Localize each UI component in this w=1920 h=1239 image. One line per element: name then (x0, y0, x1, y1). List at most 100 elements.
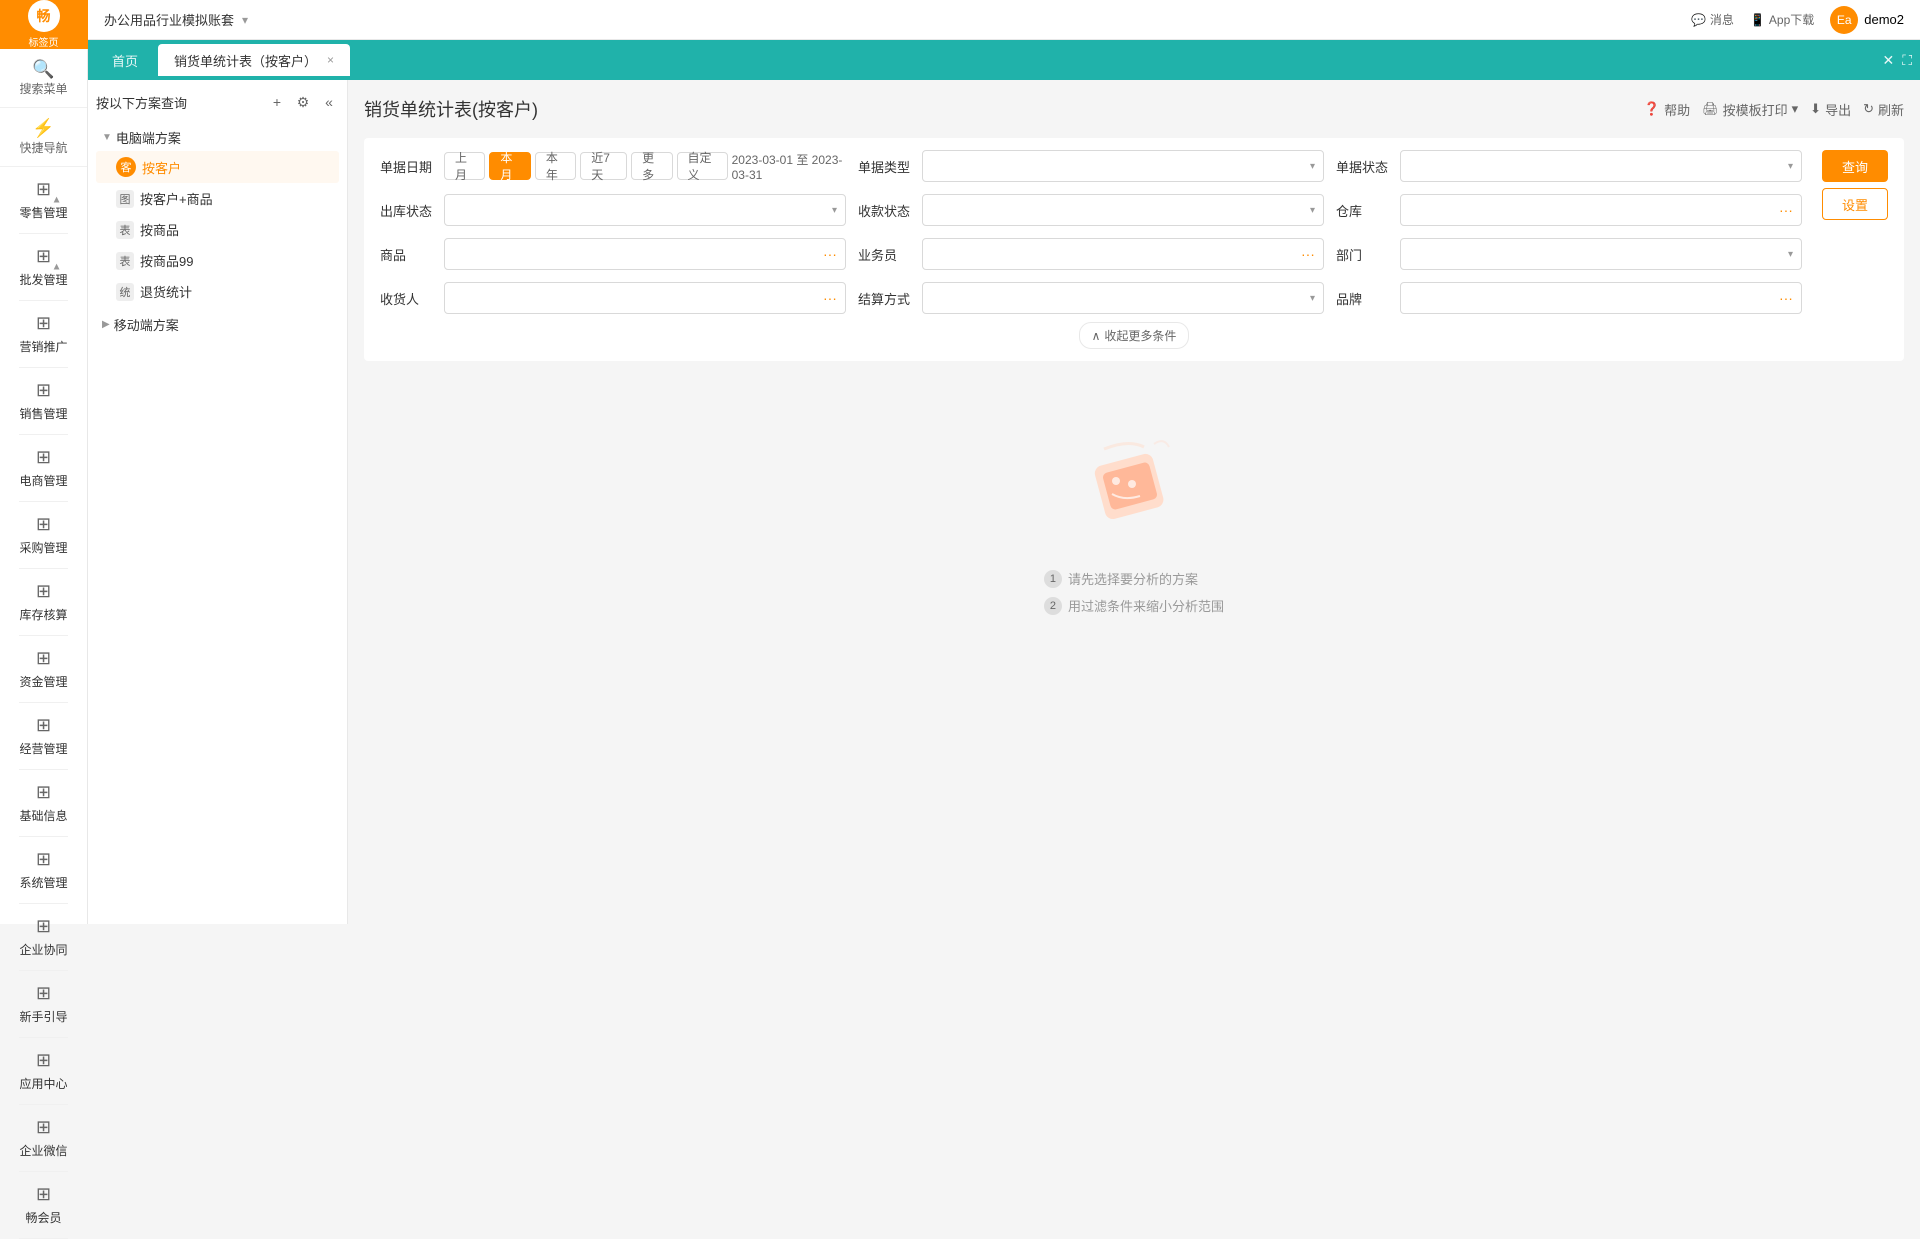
filter-out-status-item: 出库状态 ▾ (380, 194, 846, 226)
payment-status-input[interactable]: ▾ (922, 194, 1324, 226)
settings-button[interactable]: 设置 (1822, 188, 1888, 220)
topbar-dropdown-icon[interactable]: ▾ (242, 13, 248, 27)
sidebar-item-8[interactable]: ⊞ 经营管理 (19, 703, 67, 770)
help-btn[interactable]: ❓ 帮助 (1644, 100, 1690, 119)
salesperson-label: 业务员 (858, 245, 914, 264)
date-btn-this-month[interactable]: 本月 (489, 152, 530, 180)
content-area: 按以下方案查询 + ⚙ « ▼ 电脑端方案 客 按客户 图 按客户+商品 (88, 80, 1920, 924)
sidebar-item-icon-4: ⊞ (36, 447, 51, 468)
sidebar-item-12[interactable]: ⊞ 新手引导 (19, 971, 67, 1038)
topbar-app-download-btn[interactable]: 📱 App下载 (1750, 11, 1814, 28)
topbar-title: 办公用品行业模拟账套 (104, 10, 234, 29)
brand-label: 品牌 (1336, 289, 1392, 308)
page-title-actions: ❓ 帮助 🖨 按模板打印 ▾ ⬇ 导出 ↻ 刷新 (1644, 100, 1904, 119)
salesperson-more-icon[interactable]: ··· (1301, 246, 1315, 262)
export-btn[interactable]: ⬇ 导出 (1810, 100, 1851, 119)
mobile-group-name: 移动端方案 (114, 315, 179, 334)
sidebar-item-9[interactable]: ⊞ 基础信息 (19, 770, 67, 837)
sidebar-item-label-2: 营销推广 (19, 338, 67, 355)
desktop-group-header[interactable]: ▼ 电脑端方案 (96, 124, 339, 151)
topbar-left: 办公用品行业模拟账套 ▾ (104, 10, 248, 29)
out-status-input[interactable]: ▾ (444, 194, 846, 226)
collapse-button[interactable]: ∧ 收起更多条件 (1079, 322, 1190, 349)
date-btn-this-year[interactable]: 本年 (535, 152, 576, 180)
brand-more-icon[interactable]: ··· (1779, 290, 1793, 306)
left-panel: 按以下方案查询 + ⚙ « ▼ 电脑端方案 客 按客户 图 按客户+商品 (88, 80, 348, 924)
warehouse-input[interactable]: ··· (1400, 194, 1802, 226)
tab-home[interactable]: 首页 (96, 44, 154, 76)
department-input[interactable]: ▾ (1400, 238, 1802, 270)
date-btn-custom[interactable]: 自定义 (677, 152, 728, 180)
topbar-messages-btn[interactable]: 💬 消息 (1691, 11, 1734, 28)
scheme-item-name-3: 按商品99 (140, 251, 193, 270)
sidebar-item-5[interactable]: ⊞ 采购管理 (19, 502, 67, 569)
sidebar-item-13[interactable]: ⊞ 应用中心 (19, 1038, 67, 1105)
scheme-icon-2: 表 (116, 221, 134, 239)
sidebar-quick-nav[interactable]: ⚡ 快捷导航 (0, 108, 87, 167)
sidebar-item-label-12: 新手引导 (19, 1008, 67, 1025)
sidebar-item-icon-1: ⊞ (36, 246, 51, 267)
order-type-input[interactable]: ▾ (922, 150, 1324, 182)
scheme-item-4[interactable]: 统 退货统计 (96, 276, 339, 307)
date-btn-last-month[interactable]: 上月 (444, 152, 485, 180)
help-label: 帮助 (1664, 100, 1690, 119)
sidebar-item-3[interactable]: ⊞ 销售管理 (19, 368, 67, 435)
sidebar-item-14[interactable]: ⊞ 企业微信 (19, 1105, 67, 1172)
desktop-scheme-group: ▼ 电脑端方案 客 按客户 图 按客户+商品 表 按商品 表 按商品99 统 退… (96, 124, 339, 307)
sidebar-item-icon-9: ⊞ (36, 782, 51, 803)
left-panel-title: 按以下方案查询 (96, 93, 187, 112)
settlement-input[interactable]: ▾ (922, 282, 1324, 314)
sidebar-item-icon-2: ⊞ (36, 313, 51, 334)
receiver-input[interactable]: ··· (444, 282, 846, 314)
sidebar-item-label-13: 应用中心 (19, 1075, 67, 1092)
goods-input[interactable]: ··· (444, 238, 846, 270)
goods-more-icon[interactable]: ··· (823, 246, 837, 262)
filter-order-type-item: 单据类型 ▾ (858, 150, 1324, 182)
filter-order-status-item: 单据状态 ▾ (1336, 150, 1802, 182)
add-scheme-btn[interactable]: + (267, 92, 287, 112)
sidebar-item-15[interactable]: ⊞ 畅会员 (19, 1172, 67, 1239)
scheme-item-0[interactable]: 客 按客户 (96, 151, 339, 183)
scheme-item-2[interactable]: 表 按商品 (96, 214, 339, 245)
tab-maximize-area: ✕ ⛶ (1882, 52, 1912, 69)
sidebar-search-section[interactable]: 🔍 搜索菜单 (0, 49, 87, 108)
date-btn-more[interactable]: 更多 (631, 152, 672, 180)
sidebar-item-arrow-0: ▲ (52, 195, 62, 206)
sidebar-item-2[interactable]: ⊞ 营销推广 (19, 301, 67, 368)
mobile-group-header[interactable]: ▶ 移动端方案 (96, 311, 339, 338)
sidebar-item-0[interactable]: ⊞ 零售管理 ▲ (19, 167, 67, 234)
tab-sales-stats[interactable]: 销货单统计表（按客户） × (158, 44, 350, 76)
scheme-item-3[interactable]: 表 按商品99 (96, 245, 339, 276)
scheme-settings-btn[interactable]: ⚙ (293, 92, 313, 112)
tab-close-icon[interactable]: × (327, 53, 334, 67)
topbar-user[interactable]: Ea demo2 (1830, 6, 1904, 34)
scheme-item-1[interactable]: 图 按客户+商品 (96, 183, 339, 214)
sidebar-item-label-1: 批发管理 (19, 271, 67, 288)
template-print-btn[interactable]: 🖨 按模板打印 ▾ (1702, 100, 1798, 119)
sidebar-logo[interactable]: 畅 标签页 (0, 0, 88, 49)
goods-label: 商品 (380, 245, 436, 264)
right-panel: 销货单统计表(按客户) ❓ 帮助 🖨 按模板打印 ▾ ⬇ 导出 (348, 80, 1920, 924)
brand-input[interactable]: ··· (1400, 282, 1802, 314)
query-button[interactable]: 查询 (1822, 150, 1888, 182)
payment-status-label: 收款状态 (858, 201, 914, 220)
sidebar-item-6[interactable]: ⊞ 库存核算 (19, 569, 67, 636)
warehouse-more-icon[interactable]: ··· (1779, 202, 1793, 218)
salesperson-input[interactable]: ··· (922, 238, 1324, 270)
close-window-icon[interactable]: ✕ (1882, 52, 1894, 69)
order-status-input[interactable]: ▾ (1400, 150, 1802, 182)
sidebar-item-label-5: 采购管理 (19, 539, 67, 556)
sidebar-item-10[interactable]: ⊞ 系统管理 (19, 837, 67, 904)
maximize-icon[interactable]: ⛶ (1902, 52, 1912, 69)
sidebar-item-4[interactable]: ⊞ 电商管理 (19, 435, 67, 502)
refresh-btn[interactable]: ↻ 刷新 (1863, 100, 1904, 119)
topbar: 办公用品行业模拟账套 ▾ 💬 消息 📱 App下载 Ea demo2 (88, 0, 1920, 40)
sidebar-item-1[interactable]: ⊞ 批发管理 ▲ (19, 234, 67, 301)
date-btn-7days[interactable]: 近7天 (580, 152, 627, 180)
sidebar-item-7[interactable]: ⊞ 资金管理 (19, 636, 67, 703)
sidebar-item-11[interactable]: ⊞ 企业协同 (19, 904, 67, 971)
sidebar-item-icon-11: ⊞ (36, 916, 51, 937)
filter-goods-item: 商品 ··· (380, 238, 846, 270)
collapse-panel-btn[interactable]: « (319, 92, 339, 112)
receiver-more-icon[interactable]: ··· (823, 290, 837, 306)
